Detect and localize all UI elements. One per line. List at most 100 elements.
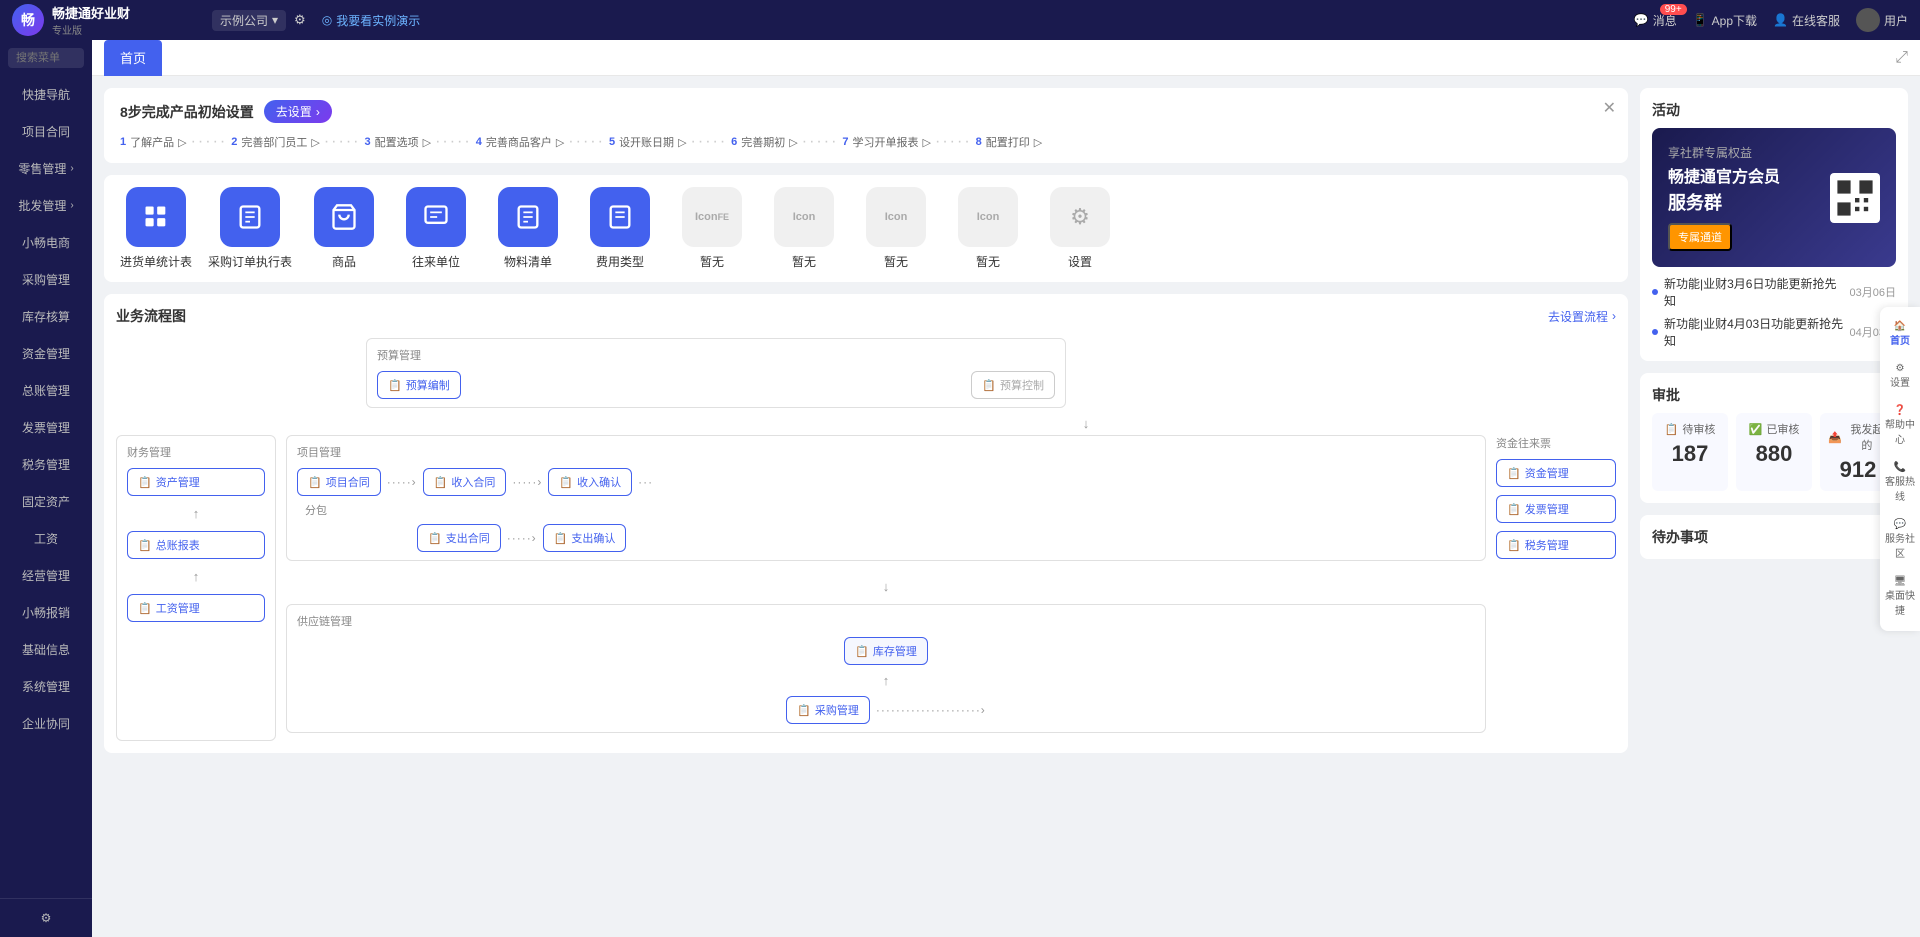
expense-contract-label: 支出合同 <box>446 530 490 546</box>
approval-stat-approved[interactable]: ✅ 已审核 880 <box>1736 413 1812 491</box>
online-service-button[interactable]: 👤 在线客服 <box>1773 12 1840 29</box>
flow-node-project-contract[interactable]: 📋 项目合同 <box>297 468 381 496</box>
quick-icon-materials[interactable]: 物料清单 <box>488 187 568 270</box>
sidebar-item-purchase[interactable]: 采购管理 <box>0 261 92 298</box>
flow-node-salary[interactable]: 📋 工资管理 <box>127 594 265 622</box>
flow-node-capital[interactable]: 📋 资金管理 <box>1496 459 1616 487</box>
step-8: 8 配置打印 ▷ <box>976 134 1043 150</box>
flow-node-asset[interactable]: 📋 资产管理 <box>127 468 265 496</box>
flow-dotted-1: ·····› <box>387 475 417 489</box>
sidebar-item-enterprise[interactable]: 企业协同 <box>0 705 92 742</box>
flow-node-ledger[interactable]: 📋 总账报表 <box>127 531 265 559</box>
messages-button[interactable]: 💬 消息 99+ <box>1634 12 1677 29</box>
project-contract-icon: 📋 <box>308 476 322 489</box>
flow-arrow-down-center: ↓ <box>286 579 1486 594</box>
app-download-button[interactable]: 📱 App下载 <box>1693 12 1757 29</box>
right-nav-community[interactable]: 💬 服务社区 <box>1880 513 1920 566</box>
sidebar-item-system[interactable]: 系统管理 <box>0 668 92 705</box>
sidebar-settings-button[interactable]: ⚙ <box>0 899 92 937</box>
flow-node-purchase[interactable]: 📋 采购管理 <box>786 696 870 724</box>
flow-node-budget-plan[interactable]: 📋 预算编制 <box>377 371 461 399</box>
flow-arrow-down-finance-2: ↑ <box>127 569 265 584</box>
flow-node-income-confirm[interactable]: 📋 收入确认 <box>548 468 632 496</box>
approval-mine-icon: 📤 <box>1828 431 1842 444</box>
activity-banner-content: 享社群专属权益 畅捷通官方会员 服务群 专属通道 <box>1668 144 1830 251</box>
go-settings-button[interactable]: 去设置 › <box>264 100 332 123</box>
basic-label: 基础信息 <box>22 641 70 658</box>
sidebar-item-nav[interactable]: 快捷导航 <box>0 76 92 113</box>
close-banner-button[interactable]: ✕ <box>1603 98 1616 118</box>
flow-group-supply-title: 供应链管理 <box>297 613 1475 629</box>
sidebar-item-wholesale[interactable]: 批发管理 › <box>0 187 92 224</box>
tab-home[interactable]: 首页 <box>104 40 162 76</box>
quick-icon-goods-box <box>314 187 374 247</box>
ecommerce-label: 小畅电商 <box>22 234 70 251</box>
sidebar-item-fixed[interactable]: 固定资产 <box>0 483 92 520</box>
approval-stat-pending[interactable]: 📋 待审核 187 <box>1652 413 1728 491</box>
quick-icon-placeholder-4[interactable]: Icon 暂无 <box>948 187 1028 270</box>
sidebar-item-retail[interactable]: 零售管理 › <box>0 150 92 187</box>
tab-expand-button[interactable]: ⤢ <box>1895 49 1908 67</box>
flow-node-inventory[interactable]: 📋 库存管理 <box>844 637 928 665</box>
approval-pending-label: 📋 待审核 <box>1660 421 1720 437</box>
salary-flow-icon: 📋 <box>138 602 152 615</box>
sidebar-item-expense[interactable]: 小畅报销 <box>0 594 92 631</box>
right-nav-service[interactable]: 📞 客服热线 <box>1880 456 1920 509</box>
quick-icon-partners[interactable]: 往来单位 <box>396 187 476 270</box>
news-item-2[interactable]: 新功能|业财4月03日功能更新抢先知 04月03日 <box>1652 315 1896 349</box>
sidebar-item-basic[interactable]: 基础信息 <box>0 631 92 668</box>
right-nav-settings[interactable]: ⚙ 设置 <box>1880 357 1920 395</box>
enterprise-label: 企业协同 <box>22 715 70 732</box>
approval-pending-num: 187 <box>1660 441 1720 467</box>
top-header: 畅 畅捷通好业财 专业版 示例公司 ▾ ⚙ ◎ 我要看实例演示 💬 消息 99+… <box>0 0 1920 40</box>
sidebar-item-salary[interactable]: 工资 <box>0 520 92 557</box>
sidebar-item-business[interactable]: 经营管理 <box>0 557 92 594</box>
retail-label: 零售管理 <box>18 160 66 177</box>
right-nav-desktop[interactable]: 🖥 桌面快捷 <box>1880 570 1920 623</box>
sidebar-item-ecommerce[interactable]: 小畅电商 <box>0 224 92 261</box>
invoice-flow-icon: 📋 <box>1507 503 1521 516</box>
sidebar-item-project[interactable]: 项目合同 <box>0 113 92 150</box>
search-area <box>0 40 92 76</box>
sidebar-item-tax[interactable]: 税务管理 <box>0 446 92 483</box>
flow-node-expense-contract[interactable]: 📋 支出合同 <box>417 524 501 552</box>
quick-icon-placeholder-3[interactable]: Icon 暂无 <box>856 187 936 270</box>
demo-link[interactable]: ◎ 我要看实例演示 <box>322 12 421 29</box>
go-settings-arrow-icon: › <box>316 105 320 119</box>
quick-icon-stock[interactable]: 进货单统计表 <box>116 187 196 270</box>
company-selector[interactable]: 示例公司 ▾ <box>212 10 286 31</box>
flow-node-tax[interactable]: 📋 税务管理 <box>1496 531 1616 559</box>
quick-icon-fee[interactable]: 费用类型 <box>580 187 660 270</box>
news-item-1[interactable]: 新功能|业财3月6日功能更新抢先知 03月06日 <box>1652 275 1896 309</box>
step-3-play-icon: ▷ <box>423 136 431 149</box>
flow-node-income-contract[interactable]: 📋 收入合同 <box>423 468 507 496</box>
sidebar-bottom: ⚙ <box>0 898 92 937</box>
flow-node-expense-confirm[interactable]: 📋 支出确认 <box>543 524 627 552</box>
right-nav-home[interactable]: 🏠 首页 <box>1880 315 1920 353</box>
flow-node-invoice[interactable]: 📋 发票管理 <box>1496 495 1616 523</box>
sidebar-item-invoice[interactable]: 发票管理 <box>0 409 92 446</box>
quick-icon-placeholder-2[interactable]: Icon 暂无 <box>764 187 844 270</box>
header-settings-icon[interactable]: ⚙ <box>294 12 306 28</box>
quick-icon-goods[interactable]: 商品 <box>304 187 384 270</box>
user-avatar[interactable]: 用户 <box>1856 8 1908 32</box>
flow-settings-link[interactable]: 去设置流程 › <box>1548 308 1616 325</box>
quick-icon-settings[interactable]: ⚙ 设置 <box>1040 187 1120 270</box>
quick-icon-placeholder-1[interactable]: IconFE 暂无 <box>672 187 752 270</box>
search-input[interactable] <box>8 48 84 68</box>
flow-node-budget-control[interactable]: 📋 预算控制 <box>971 371 1055 399</box>
step-7-play-icon: ▷ <box>923 136 931 149</box>
sidebar-item-capital[interactable]: 资金管理 <box>0 335 92 372</box>
budget-control-label: 预算控制 <box>1000 377 1044 393</box>
quick-icon-purchase[interactable]: 采购订单执行表 <box>208 187 292 270</box>
setup-steps: 1 了解产品 ▷ ····· 2 完善部门员工 ▷ ····· 3 <box>120 133 1612 151</box>
expense-label: 小畅报销 <box>22 604 70 621</box>
project-contract-label: 项目合同 <box>326 474 370 490</box>
asset-icon: 📋 <box>138 476 152 489</box>
right-nav-help[interactable]: ❓ 帮助中心 <box>1880 399 1920 452</box>
right-nav-settings-label: 设置 <box>1884 374 1916 389</box>
sidebar-item-general[interactable]: 总账管理 <box>0 372 92 409</box>
quick-icon-placeholder-3-label: 暂无 <box>884 253 908 270</box>
activity-join-button[interactable]: 专属通道 <box>1668 223 1732 251</box>
sidebar-item-inventory[interactable]: 库存核算 <box>0 298 92 335</box>
